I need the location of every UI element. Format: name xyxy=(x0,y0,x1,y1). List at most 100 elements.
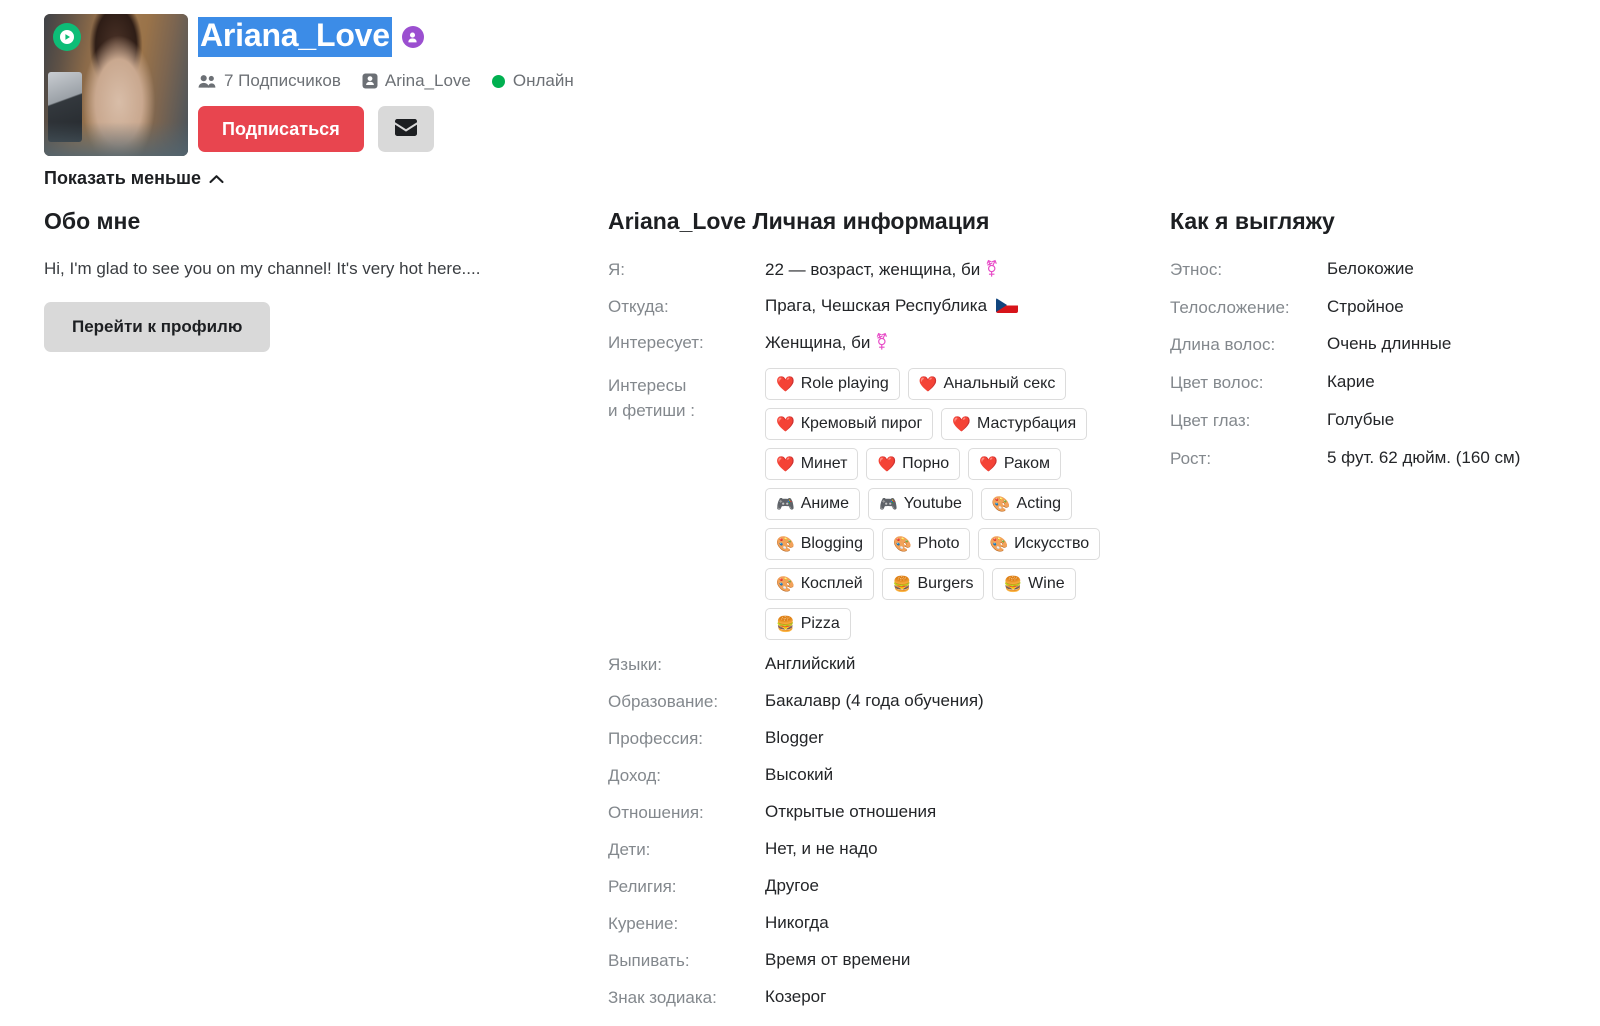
info-row: Языки: Английский xyxy=(608,653,1153,677)
info-label: Религия: xyxy=(608,877,677,897)
info-row: Я: 22 — возраст, женщина, би ⚧ xyxy=(608,258,1153,282)
interest-chip[interactable]: ❤️ Минет xyxy=(765,448,859,481)
chip-emoji-icon: ❤️ xyxy=(776,375,795,394)
chip-label: Acting xyxy=(1016,495,1062,513)
real-name: Arina_Love xyxy=(362,71,471,91)
chip-emoji-icon: 🎮 xyxy=(879,495,898,514)
interest-chip[interactable]: ❤️ Role playing xyxy=(765,368,900,401)
people-icon xyxy=(198,74,217,89)
chip-label: Photo xyxy=(917,535,960,553)
about-title: Обо мне xyxy=(44,208,141,234)
chip-emoji-icon: 🍔 xyxy=(776,615,795,634)
about-column: Обо мне Hi, I'm glad to see you on my ch… xyxy=(44,208,589,352)
info-label: Цвет волос: xyxy=(1170,373,1264,393)
chip-emoji-icon: 🎮 xyxy=(776,495,795,514)
interest-chip[interactable]: ❤️ Анальный секс xyxy=(907,368,1067,401)
subscribe-button[interactable]: Подписаться xyxy=(198,106,364,152)
info-label: Образование: xyxy=(608,692,719,712)
looks-rows: Этнос: Белокожие Телосложение: Стройное Длин… xyxy=(1170,258,1570,472)
info-label: Доход: xyxy=(608,766,662,786)
interest-chip[interactable]: ❤️ Кремовый пирог xyxy=(765,408,934,441)
info-value: Время от времени xyxy=(765,949,911,969)
czech-flag-icon xyxy=(995,297,1018,313)
chip-emoji-icon: 🎨 xyxy=(776,575,795,594)
message-button[interactable] xyxy=(377,106,434,152)
personal-info-column: Ariana_Love Личная информация Я: 22 — во… xyxy=(608,208,1153,1023)
info-label: Дети: xyxy=(608,840,651,860)
chip-label: Косплей xyxy=(800,575,863,593)
chip-emoji-icon: 🎨 xyxy=(892,535,912,554)
info-row: Дети: Нет, и не надо xyxy=(608,838,1153,862)
info-label: Выпивать: xyxy=(608,950,690,970)
info-label: Знак зодиака: xyxy=(608,987,717,1007)
info-label: Интересует: xyxy=(608,333,704,353)
go-to-profile-button[interactable]: Перейти к профилю xyxy=(44,301,271,352)
looks-title: Как я выгляжу xyxy=(1170,208,1335,234)
info-label: Курение: xyxy=(608,913,679,933)
interests-label-line1: Интересы xyxy=(608,376,687,396)
chip-emoji-icon: 🎨 xyxy=(989,535,1009,554)
info-row: Длина волос: Очень длинные xyxy=(1170,333,1570,357)
info-row: Доход: Высокий xyxy=(608,764,1153,788)
username[interactable]: Ariana_Love xyxy=(198,17,392,57)
info-value-text: Женщина, би xyxy=(765,333,871,353)
interest-chip[interactable]: 🎨 Photo xyxy=(881,528,971,561)
status-label: Онлайн xyxy=(512,71,574,90)
info-row: Цвет волос: Карие xyxy=(1170,371,1570,395)
info-row: Профессия: Blogger xyxy=(608,727,1153,751)
interest-chip[interactable]: ❤️ Мастурбация xyxy=(941,408,1088,441)
profile-header: Ariana_Love 7 Подписчиков Arina_Love Онл… xyxy=(44,14,1544,159)
chip-label: Blogging xyxy=(800,535,863,553)
chip-label: Pizza xyxy=(800,615,840,633)
interest-chip[interactable]: 🎮 Аниме xyxy=(765,488,861,521)
real-name-label: Arina_Love xyxy=(384,71,471,90)
online-dot-icon xyxy=(491,74,505,88)
info-value: Бакалавр (4 года обучения) xyxy=(765,691,984,711)
transgender-symbol: ⚧ xyxy=(984,258,999,278)
interest-chip[interactable]: 🍔 Burgers xyxy=(881,568,985,601)
info-label: Отношения: xyxy=(608,803,704,823)
status-badge: Онлайн xyxy=(491,71,574,91)
chip-label: Кремовый пирог xyxy=(800,415,923,433)
interests-label-line2: и фетиши : xyxy=(608,401,695,421)
info-value: Очень длинные xyxy=(1327,334,1452,354)
interest-chip[interactable]: 🍔 Pizza xyxy=(765,608,851,641)
info-value: 5 фут. 62 дюйм. (160 см) xyxy=(1327,448,1521,468)
chevron-up-icon xyxy=(209,168,224,189)
chip-label: Youtube xyxy=(903,495,962,513)
info-value: Прага, Чешская Республика xyxy=(765,295,1018,318)
info-row: Отношения: Открытые отношения xyxy=(608,801,1153,825)
chip-label: Аниме xyxy=(800,495,850,513)
interest-chip[interactable]: 🎨 Acting xyxy=(980,488,1073,521)
chip-label: Минет xyxy=(800,455,848,473)
info-value: Английский xyxy=(765,654,856,674)
info-value: Женщина, би ⚧ xyxy=(765,331,888,355)
personal-rows-bottom: Языки: Английский Образование: Бакалавр (4 … xyxy=(608,653,1153,1009)
info-value: Карие xyxy=(1327,372,1375,392)
play-icon[interactable] xyxy=(53,23,81,51)
interest-chip[interactable]: 🎨 Искусство xyxy=(978,528,1101,561)
interest-chip[interactable]: ❤️ Раком xyxy=(968,448,1062,481)
verified-user-icon[interactable] xyxy=(401,26,424,48)
info-row: Религия: Другое xyxy=(608,875,1153,899)
interest-chip[interactable]: 🎮 Youtube xyxy=(868,488,973,521)
info-value: Другое xyxy=(765,876,820,896)
info-label: Рост: xyxy=(1170,449,1212,469)
chip-emoji-icon: ❤️ xyxy=(979,455,998,474)
personal-info-title: Ariana_Love Личная информация xyxy=(608,208,990,234)
interest-chip[interactable]: ❤️ Порно xyxy=(866,448,961,481)
show-less-toggle[interactable]: Показать меньше xyxy=(44,168,224,189)
chip-emoji-icon: 🎨 xyxy=(776,535,795,554)
info-label: Откуда: xyxy=(608,296,669,316)
profile-meta: 7 Подписчиков Arina_Love Онлайн xyxy=(198,71,1544,91)
interest-chip[interactable]: 🍔 Wine xyxy=(992,568,1076,601)
info-label: Этнос: xyxy=(1170,259,1223,279)
interest-chip[interactable]: 🎨 Косплей xyxy=(765,568,874,601)
info-row: Образование: Бакалавр (4 года обучения) xyxy=(608,690,1153,714)
chip-emoji-icon: ❤️ xyxy=(952,415,972,434)
info-value: Никогда xyxy=(765,912,829,932)
avatar[interactable] xyxy=(44,14,188,156)
interest-chip[interactable]: 🎨 Blogging xyxy=(765,528,874,561)
action-buttons: Подписаться xyxy=(198,106,1544,152)
info-label: Цвет глаз: xyxy=(1170,411,1251,431)
